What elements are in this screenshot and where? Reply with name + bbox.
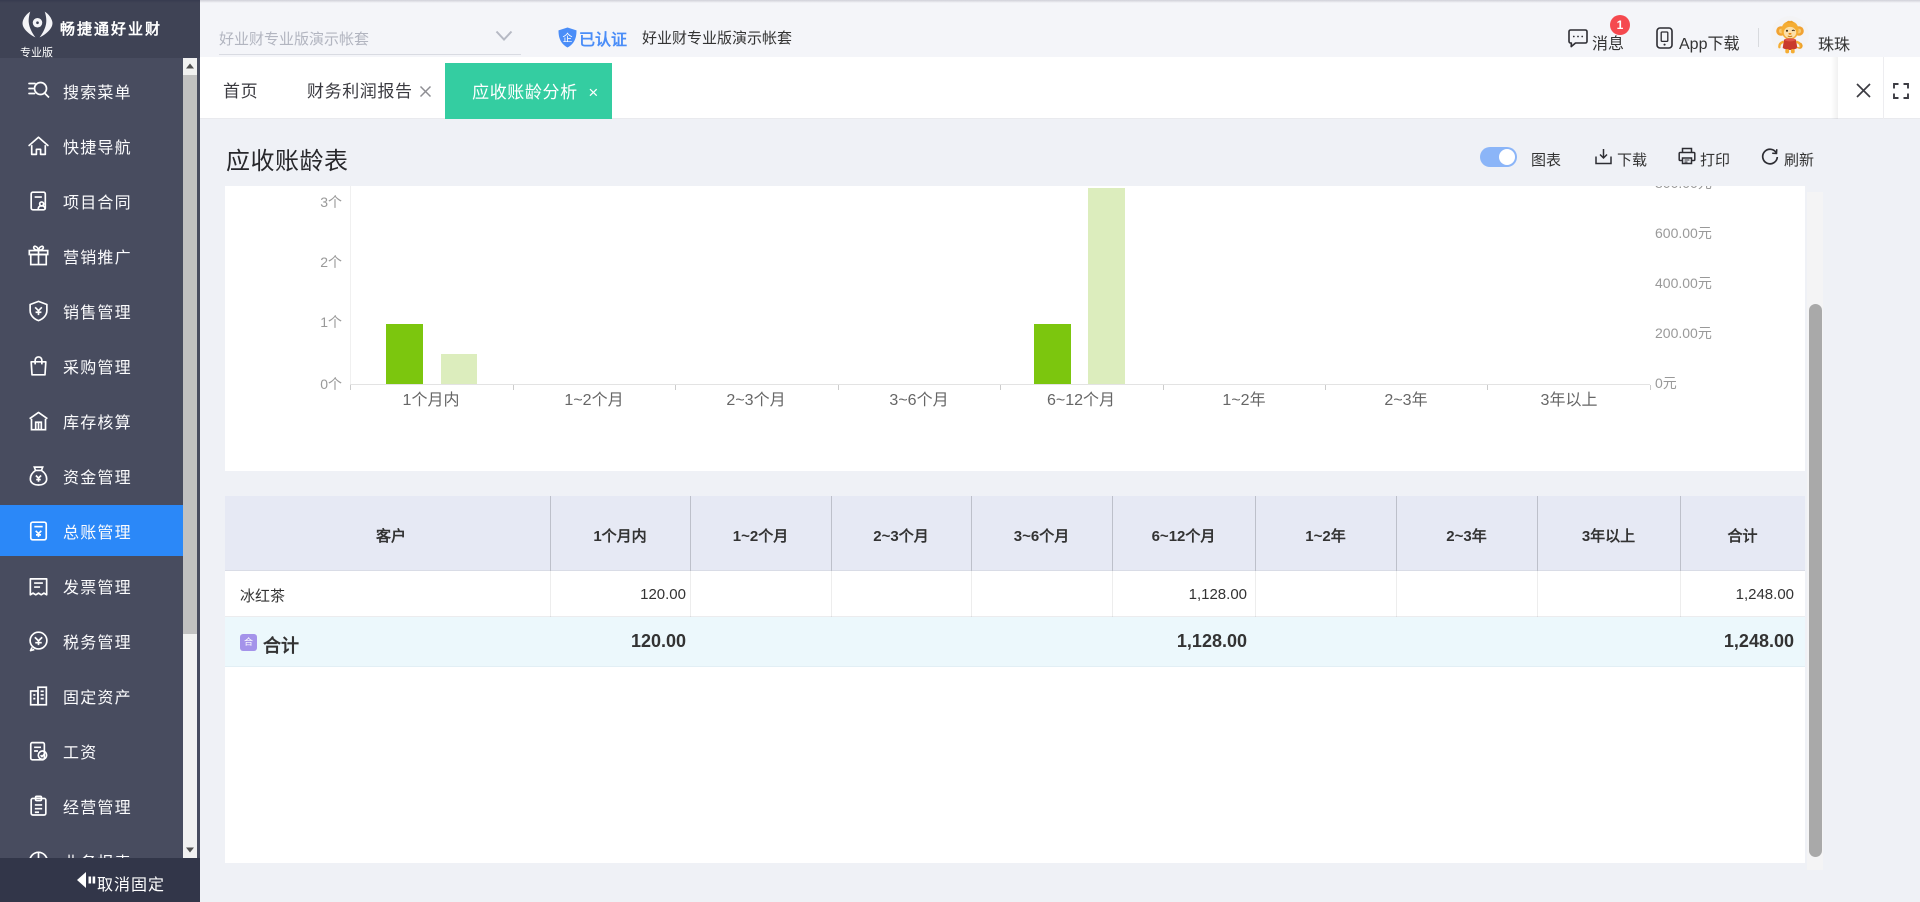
svg-text:0个: 0个 xyxy=(320,376,342,392)
svg-text:企: 企 xyxy=(563,32,573,45)
svg-text:0元: 0元 xyxy=(1655,375,1677,391)
svg-text:200.00元: 200.00元 xyxy=(1655,325,1712,341)
svg-text:1个: 1个 xyxy=(320,314,342,330)
svg-text:2~3个月: 2~3个月 xyxy=(726,391,785,409)
svg-text:3年以上: 3年以上 xyxy=(1541,391,1598,409)
svg-text:800.00元: 800.00元 xyxy=(1655,186,1712,191)
svg-text:3个: 3个 xyxy=(320,194,342,210)
svg-text:6~12个月: 6~12个月 xyxy=(1047,391,1115,409)
svg-text:1个月内: 1个月内 xyxy=(403,391,460,409)
svg-text:3~6个月: 3~6个月 xyxy=(889,391,948,409)
svg-text:600.00元: 600.00元 xyxy=(1655,225,1712,241)
svg-text:1~2个月: 1~2个月 xyxy=(564,391,623,409)
svg-text:400.00元: 400.00元 xyxy=(1655,275,1712,291)
svg-text:1~2年: 1~2年 xyxy=(1222,391,1265,409)
svg-text:2个: 2个 xyxy=(320,254,342,270)
svg-text:2~3年: 2~3年 xyxy=(1384,391,1427,409)
